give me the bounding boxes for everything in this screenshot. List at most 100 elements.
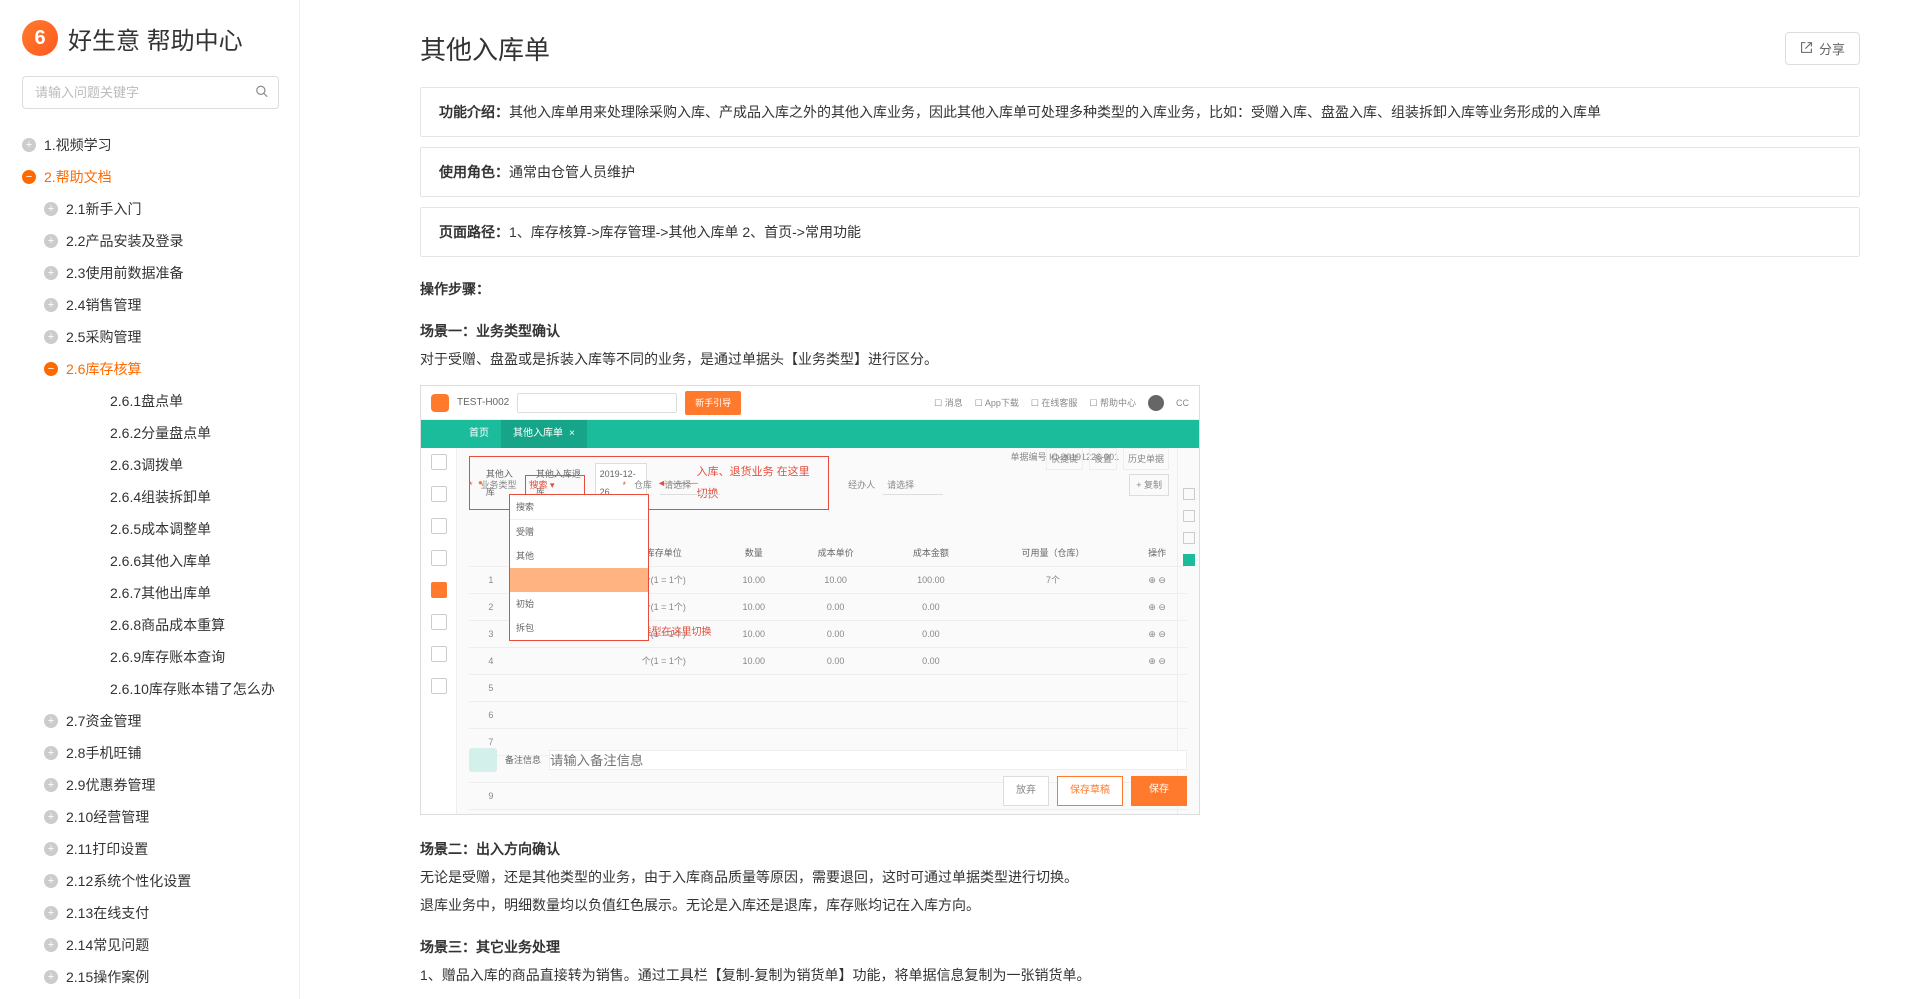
nav-label: 2.11打印设置 [66,839,148,859]
page-title: 其他入库单 [420,30,550,67]
nav-item[interactable]: +2.7资金管理 [22,705,279,737]
nav-item[interactable]: 2.6.10库存账本错了怎么办 [22,673,279,705]
nav-label: 2.7资金管理 [66,711,141,731]
mock-actions: 放弃 保存草稿 保存 [1003,776,1187,806]
nav-label: 2.8手机旺铺 [66,743,141,763]
mock-save: 保存 [1131,776,1187,806]
nav-item[interactable]: 2.6.7其他出库单 [22,577,279,609]
nav-label: 2.6.7其他出库单 [110,583,211,603]
expand-icon: + [44,970,58,984]
nav-item[interactable]: +2.14常见问题 [22,929,279,961]
expand-icon: + [44,746,58,760]
illustration-image: TEST-H002 新手引导 ☐ 消息☐ App下载☐ 在线客服☐ 帮助中心CC… [420,385,1200,815]
nav-item[interactable]: +2.15操作案例 [22,961,279,993]
roles-label: 使用角色： [439,164,509,180]
path-label: 页面路径： [439,224,509,240]
expand-icon: + [44,234,58,248]
expand-icon: + [44,810,58,824]
search-icon[interactable] [255,84,269,101]
nav-label: 2.6.3调拨单 [110,455,183,475]
nav-item[interactable]: +2.11打印设置 [22,833,279,865]
nav-label: 2.帮助文档 [44,167,112,187]
nav-label: 2.10经营管理 [66,807,149,827]
expand-icon: + [44,778,58,792]
mock-note-input [549,750,1187,770]
nav-item[interactable]: +2.13在线支付 [22,897,279,929]
nav-item[interactable]: +2.1新手入门 [22,193,279,225]
mock-second-row: *业务类型搜索 ▾ *仓库请选择 经办人请选择 + 复制 [469,474,1169,496]
expand-icon: + [44,202,58,216]
nav-label: 2.6.9库存账本查询 [110,647,225,667]
nav-item[interactable]: 2.6.3调拨单 [22,449,279,481]
nav-item[interactable]: 2.6.1盘点单 [22,385,279,417]
mock-search-input [517,393,677,413]
nav-label: 2.4销售管理 [66,295,141,315]
nav-item[interactable]: 2.6.5成本调整单 [22,513,279,545]
intro-text: 其他入库单用来处理除采购入库、产成品入库之外的其他入库业务，因此其他入库单可处理… [509,104,1601,120]
expand-icon: + [44,906,58,920]
nav-item[interactable]: 2.6.2分量盘点单 [22,417,279,449]
intro-label: 功能介绍： [439,104,509,120]
mock-left-rail [421,448,457,814]
nav-item[interactable]: 2.6.4组装拆卸单 [22,481,279,513]
nav-item[interactable]: +2.3使用前数据准备 [22,257,279,289]
nav-item[interactable]: 2.6.9库存账本查询 [22,641,279,673]
nav-item[interactable]: 2.6.8商品成本重算 [22,609,279,641]
main-content: 其他入库单 分享 功能介绍：其他入库单用来处理除采购入库、产成品入库之外的其他入… [300,0,1920,999]
nav-item[interactable]: +2.12系统个性化设置 [22,865,279,897]
share-icon [1800,41,1813,57]
nav-item[interactable]: +2.4销售管理 [22,289,279,321]
expand-icon: + [44,938,58,952]
nav-item[interactable]: 2.6.6其他入库单 [22,545,279,577]
scene3-title: 场景三：其它业务处理 [420,933,1860,961]
nav-label: 2.14常见问题 [66,935,149,955]
path-box: 页面路径：1、库存核算->库存管理->其他入库单 2、首页->常用功能 [420,207,1860,257]
nav-item[interactable]: +2.5采购管理 [22,321,279,353]
mock-cancel: 放弃 [1003,776,1049,806]
nav-item[interactable]: +2.9优惠券管理 [22,769,279,801]
nav-label: 2.5采购管理 [66,327,141,347]
mock-newbie-button: 新手引导 [685,391,741,415]
nav-item[interactable]: +2.10经营管理 [22,801,279,833]
scene1-title: 场景一：业务类型确认 [420,317,1860,345]
nav-label: 2.12系统个性化设置 [66,871,191,891]
roles-text: 通常由仓管人员维护 [509,164,635,180]
nav-label: 2.1新手入门 [66,199,141,219]
nav-label: 2.6.8商品成本重算 [110,615,225,635]
sidebar: 6 好生意 帮助中心 +1.视频学习−2.帮助文档+2.1新手入门+2.2产品安… [0,0,300,999]
nav-item[interactable]: −2.帮助文档 [22,161,279,193]
scene2-title: 场景二：出入方向确认 [420,835,1860,863]
expand-icon: + [44,266,58,280]
nav-item[interactable]: −2.6库存核算 [22,353,279,385]
collapse-icon: − [44,362,58,376]
nav-label: 2.9优惠券管理 [66,775,155,795]
nav-label: 2.6.5成本调整单 [110,519,211,539]
nav-label: 2.3使用前数据准备 [66,263,183,283]
mock-top-icons: ☐ 消息☐ App下载☐ 在线客服☐ 帮助中心CC [934,394,1189,412]
nav-label: 2.6.1盘点单 [110,391,183,411]
expand-icon: + [22,138,36,152]
nav-item[interactable]: +1.视频学习 [22,129,279,161]
nav-item[interactable]: +2.8手机旺铺 [22,737,279,769]
steps-label: 操作步骤： [420,275,1860,303]
scene2-line1: 无论是受赠，还是其他类型的业务，由于入库商品质量等原因，需要退回，这时可通过单据… [420,863,1860,891]
nav-label: 2.2产品安装及登录 [66,231,183,251]
mock-draft: 保存草稿 [1057,776,1123,806]
nav-item[interactable]: +2.2产品安装及登录 [22,225,279,257]
content-section: 操作步骤： 场景一：业务类型确认 对于受赠、盘盈或是拆装入库等不同的业务，是通过… [420,275,1860,989]
nav-label: 2.6.6其他入库单 [110,551,211,571]
nav-tree: +1.视频学习−2.帮助文档+2.1新手入门+2.2产品安装及登录+2.3使用前… [22,129,279,993]
intro-box: 功能介绍：其他入库单用来处理除采购入库、产成品入库之外的其他入库业务，因此其他入… [420,87,1860,137]
scene3-line1: 1、赠品入库的商品直接转为销售。通过工具栏【复制-复制为销货单】功能，将单据信息… [420,961,1860,989]
path-text: 1、库存核算->库存管理->其他入库单 2、首页->常用功能 [509,224,861,240]
title-row: 其他入库单 分享 [420,30,1860,67]
mock-footer: 备注信息 [469,748,1187,772]
collapse-icon: − [22,170,36,184]
logo-text: 好生意 帮助中心 [68,21,243,56]
search-input[interactable] [22,76,279,109]
mock-dropdown: 搜索 受赠其他 初始拆包 [509,494,649,641]
share-button[interactable]: 分享 [1785,32,1860,65]
share-label: 分享 [1819,39,1845,58]
nav-label: 1.视频学习 [44,135,112,155]
scene2-line2: 退库业务中，明细数量均以负值红色展示。无论是入库还是退库，库存账均记在入库方向。 [420,891,1860,919]
